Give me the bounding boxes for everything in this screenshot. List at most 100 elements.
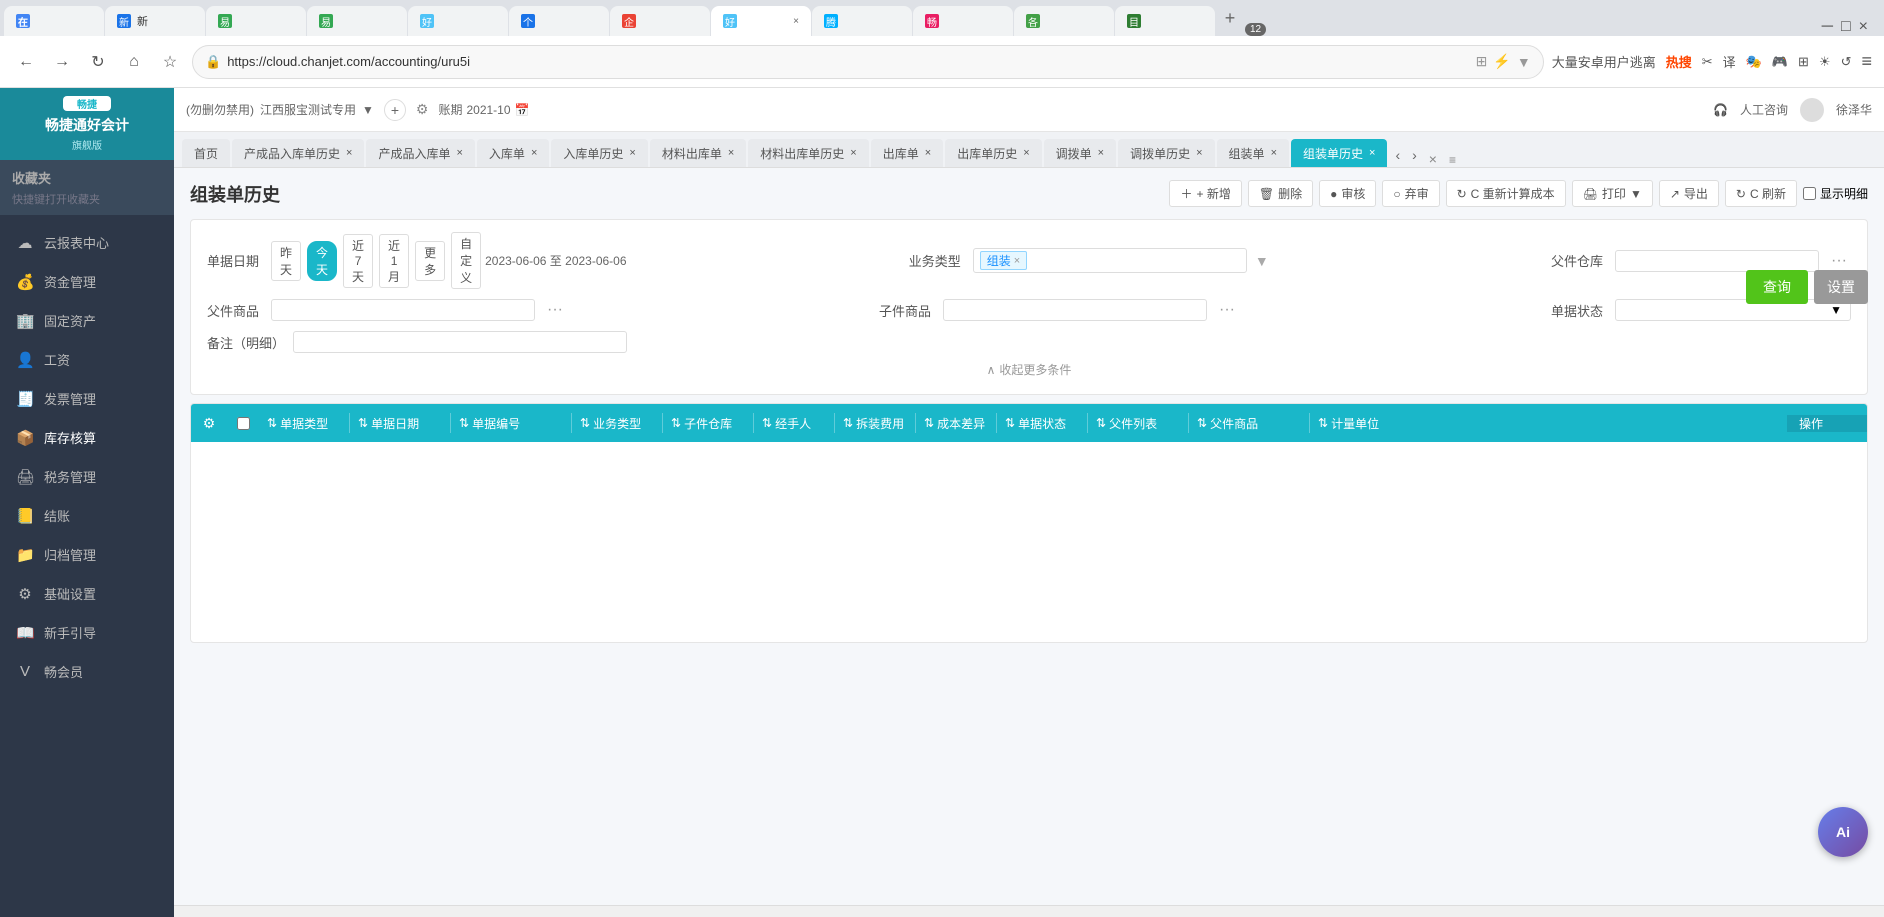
home-button[interactable]: ⌂ [120, 48, 148, 76]
parent-wh-more-btn[interactable]: ··· [1827, 252, 1851, 270]
cut-icon[interactable]: ✂ [1702, 54, 1713, 70]
show-detail-checkbox[interactable] [1803, 187, 1816, 200]
th-unit[interactable]: ⇅ 计量单位 [1310, 415, 1390, 432]
biz-type-tag-close[interactable]: × [1014, 255, 1020, 267]
back-button[interactable]: ← [12, 48, 40, 76]
tab-assembly-history-close[interactable]: × [1369, 147, 1375, 159]
content-tab-transfer-history[interactable]: 调拨单历史 × [1118, 139, 1214, 167]
child-goods-input[interactable] [943, 299, 1207, 321]
biz-type-input[interactable]: 组装 × [973, 248, 1247, 273]
sidebar-item-salary[interactable]: 👤 工资 [0, 340, 174, 379]
browser-tab-7[interactable]: 企 [610, 6, 710, 36]
browser-tab-8[interactable]: 好 × [711, 6, 811, 36]
date-7days-btn[interactable]: 近7天 [343, 234, 373, 288]
undo-icon[interactable]: ↺ [1841, 54, 1852, 70]
content-tab-material-out[interactable]: 材料出库单 × [650, 139, 746, 167]
tab-inbound-close[interactable]: × [531, 147, 537, 159]
company-settings-button[interactable]: ⚙ [416, 101, 429, 118]
date-yesterday-btn[interactable]: 昨天 [271, 241, 301, 281]
th-child-wh[interactable]: ⇅ 子件仓库 [663, 415, 753, 432]
export-button[interactable]: ↗ 导出 [1659, 180, 1719, 207]
browser-tab-12[interactable]: 目 [1115, 6, 1215, 36]
address-dropdown-icon[interactable]: ▼ [1517, 54, 1531, 70]
tab-finished-close[interactable]: × [456, 147, 462, 159]
content-tab-outbound-history[interactable]: 出库单历史 × [945, 139, 1041, 167]
close-btn[interactable]: × [1859, 18, 1868, 36]
column-settings-icon[interactable]: ⚙ [203, 415, 216, 432]
bookmark-button[interactable]: ☆ [156, 48, 184, 76]
tab-transfer-history-close[interactable]: × [1196, 147, 1202, 159]
refresh-button[interactable]: ↻ [84, 48, 112, 76]
address-bar[interactable]: 🔒 https://cloud.chanjet.com/accounting/u… [192, 45, 1544, 79]
period-selector[interactable]: 账期 2021-10 📅 [438, 101, 529, 118]
abandon-button[interactable]: ○ 弃审 [1382, 180, 1439, 207]
tab-material-out-history-close[interactable]: × [850, 147, 856, 159]
tab-add-button[interactable]: + [1216, 4, 1244, 32]
note-input[interactable] [293, 331, 627, 353]
forward-button[interactable]: → [48, 48, 76, 76]
tab-outbound-close[interactable]: × [925, 147, 931, 159]
content-tab-assembly-history[interactable]: 组装单历史 × [1291, 139, 1387, 167]
browser-tab-11[interactable]: 各 [1014, 6, 1114, 36]
audit-button[interactable]: ● 审核 [1319, 180, 1376, 207]
th-status[interactable]: ⇅ 单据状态 [997, 415, 1087, 432]
new-button[interactable]: ＋ + 新增 [1169, 180, 1241, 207]
tab-close-all[interactable]: × [1423, 151, 1443, 167]
emoji-icon[interactable]: 🎭 [1746, 54, 1762, 70]
refresh-button[interactable]: ↻ C 刷新 [1725, 180, 1797, 207]
child-goods-more-btn[interactable]: ··· [1215, 301, 1239, 319]
content-tab-transfer[interactable]: 调拨单 × [1044, 139, 1116, 167]
tab-options[interactable]: ≡ [1443, 153, 1462, 167]
horizontal-scrollbar[interactable] [174, 905, 1884, 917]
ai-assistant-button[interactable]: Ai [1818, 807, 1868, 857]
content-tab-outbound[interactable]: 出库单 × [871, 139, 943, 167]
th-date[interactable]: ⇅ 单据日期 [350, 415, 450, 432]
sidebar-item-member[interactable]: V 畅会员 [0, 652, 174, 691]
content-tab-finished[interactable]: 产成品入库单 × [366, 139, 474, 167]
tab-assembly-close[interactable]: × [1271, 147, 1277, 159]
browser-tab-3[interactable]: 易 [206, 6, 306, 36]
browser-tab-5[interactable]: 好 [408, 6, 508, 36]
print-button[interactable]: 🖨 打印 ▼ [1572, 180, 1653, 207]
select-all-checkbox[interactable] [237, 417, 250, 430]
parent-goods-more-btn[interactable]: ··· [543, 301, 567, 319]
th-handler[interactable]: ⇅ 经手人 [754, 415, 834, 432]
date-1month-btn[interactable]: 近1月 [379, 234, 409, 288]
content-tab-home[interactable]: 首页 [182, 139, 230, 167]
date-more-btn[interactable]: 更多 [415, 241, 445, 281]
date-custom-btn[interactable]: 自定义 [451, 232, 481, 289]
game-icon[interactable]: 🎮 [1772, 54, 1788, 70]
qr-icon[interactable]: ⊞ [1476, 53, 1488, 70]
browser-tab-10[interactable]: 畅 [913, 6, 1013, 36]
content-tab-inbound-history[interactable]: 入库单历史 × [551, 139, 647, 167]
content-tab-material-out-history[interactable]: 材料出库单历史 × [748, 139, 868, 167]
menu-icon[interactable]: ≡ [1861, 51, 1872, 72]
recalc-button[interactable]: ↻ C 重新计算成本 [1446, 180, 1566, 207]
parent-wh-input[interactable] [1615, 250, 1819, 272]
sidebar-item-guide[interactable]: 📖 新手引导 [0, 613, 174, 652]
browser-tab-9[interactable]: 腾 [812, 6, 912, 36]
th-biztype[interactable]: ⇅ 业务类型 [572, 415, 662, 432]
sidebar-item-settings[interactable]: ⚙ 基础设置 [0, 574, 174, 613]
sidebar-item-fixed-assets[interactable]: 🏢 固定资产 [0, 301, 174, 340]
company-selector[interactable]: (勿删勿禁用) 江西服宝测试专用 ▼ [186, 101, 374, 118]
sidebar-item-closing[interactable]: 📒 结账 [0, 496, 174, 535]
th-parent-goods[interactable]: ⇅ 父件商品 [1189, 415, 1309, 432]
browser-tab-6[interactable]: 个 [509, 6, 609, 36]
maximize-btn[interactable]: □ [1841, 18, 1851, 36]
th-cost-diff[interactable]: ⇅ 成本差异 [916, 415, 996, 432]
sidebar-item-invoice[interactable]: 🧾 发票管理 [0, 379, 174, 418]
show-detail-checkbox-label[interactable]: 显示明细 [1803, 185, 1868, 202]
th-parent-list[interactable]: ⇅ 父件列表 [1088, 415, 1188, 432]
th-dismantle[interactable]: ⇅ 拆装费用 [835, 415, 915, 432]
collapse-btn[interactable]: ∧ 收起更多条件 [207, 357, 1851, 382]
theme-icon[interactable]: ☀ [1819, 54, 1831, 70]
sidebar-item-tax[interactable]: 🖨 税务管理 [0, 457, 174, 496]
th-type[interactable]: ⇅ 单据类型 [259, 415, 349, 432]
browser-tab-2[interactable]: 新 新 [105, 6, 205, 36]
browser-tab-1[interactable]: 在 [4, 6, 104, 36]
parent-goods-input[interactable] [271, 299, 535, 321]
tab-inbound-history-close[interactable]: × [629, 147, 635, 159]
tab-nav-right[interactable]: › [1406, 143, 1423, 167]
th-checkbox[interactable] [227, 417, 259, 430]
